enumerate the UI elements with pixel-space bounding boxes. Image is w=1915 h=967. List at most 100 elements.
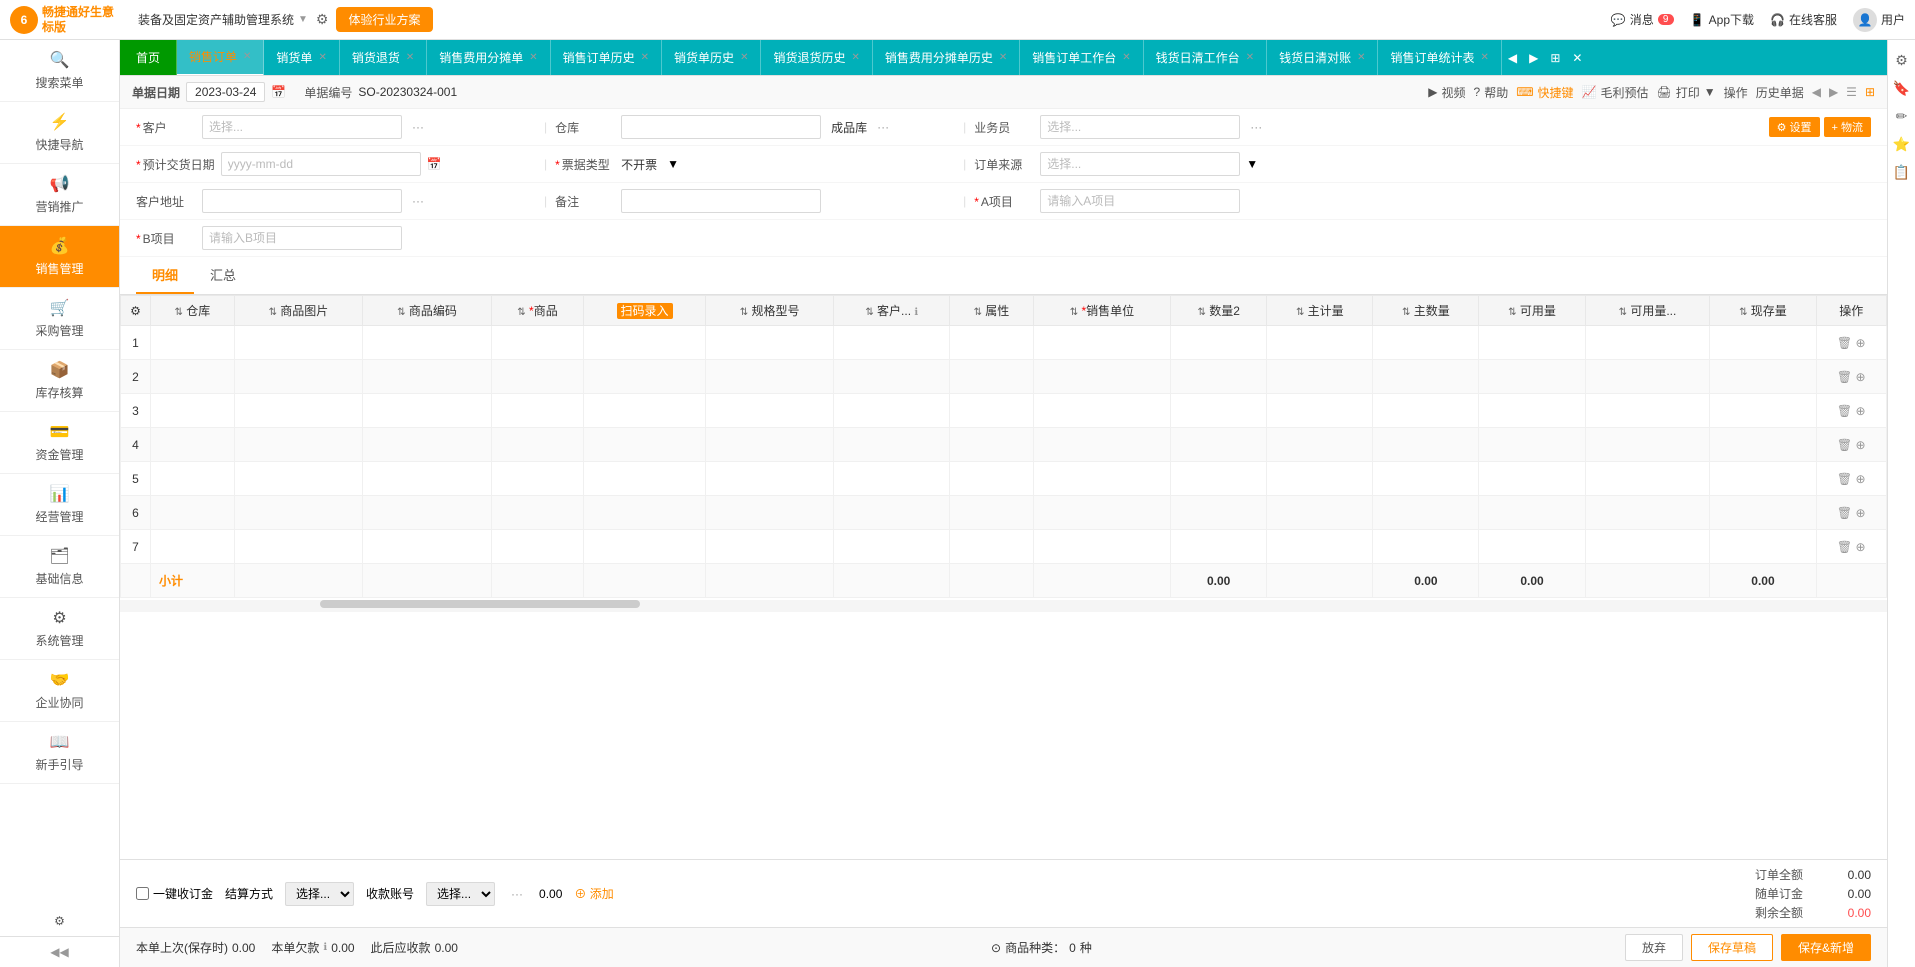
save-draft-btn[interactable]: 保存草稿 bbox=[1691, 934, 1773, 961]
row-copy-icon[interactable]: ⊕ bbox=[1856, 370, 1866, 384]
sidebar-item-finance[interactable]: 💳 资金管理 bbox=[0, 412, 119, 474]
tab-close-icon[interactable]: ✕ bbox=[641, 52, 649, 63]
order-source-dropdown-icon[interactable]: ▼ bbox=[1246, 157, 1258, 171]
history-btn[interactable]: 历史单据 bbox=[1756, 84, 1804, 101]
tab-close-icon[interactable]: ✕ bbox=[1122, 52, 1130, 63]
calendar-icon[interactable]: 📅 bbox=[271, 85, 286, 99]
scroll-thumb[interactable] bbox=[320, 600, 640, 608]
tab-close-icon[interactable]: ✕ bbox=[1246, 52, 1254, 63]
view-btn[interactable]: ▶ 视频 bbox=[1428, 84, 1465, 101]
col-main-qty[interactable]: ⇅ 主数量 bbox=[1373, 296, 1479, 326]
right-panel-bookmark-icon[interactable]: 🔖 bbox=[1890, 76, 1914, 100]
add-payment-btn[interactable]: ⊕ 添加 bbox=[574, 885, 613, 902]
row-delete-icon[interactable]: 🗑 bbox=[1837, 336, 1852, 350]
save-new-btn[interactable]: 保存&新增 bbox=[1781, 934, 1871, 961]
address-more-btn[interactable]: ··· bbox=[408, 194, 428, 208]
col-settings[interactable]: ⚙ bbox=[121, 296, 151, 326]
customer-more-btn[interactable]: ··· bbox=[408, 120, 428, 134]
settings-corner-btn[interactable]: ⚙ 设置 bbox=[1769, 117, 1820, 137]
settings-icon[interactable]: ⚙ bbox=[316, 11, 329, 28]
form-date-value[interactable]: 2023-03-24 bbox=[186, 82, 265, 102]
sidebar-item-cooperation[interactable]: 🤝 企业协同 bbox=[0, 660, 119, 722]
tab-daily-clear[interactable]: 钱货日清工作台 ✕ bbox=[1144, 40, 1267, 76]
tab-close-icon[interactable]: ✕ bbox=[1481, 52, 1489, 63]
sidebar-item-base[interactable]: 🗂 基础信息 bbox=[0, 536, 119, 598]
toolbar-nav-next[interactable]: ▶ bbox=[1829, 85, 1838, 99]
col-customer-code[interactable]: ⇅ 客户... ℹ bbox=[834, 296, 950, 326]
tab-close-icon[interactable]: ✕ bbox=[406, 52, 414, 63]
tab-sales-return[interactable]: 销货退货 ✕ bbox=[340, 40, 427, 76]
sidebar-item-marketing[interactable]: 📢 营销推广 bbox=[0, 164, 119, 226]
discard-btn[interactable]: 放弃 bbox=[1625, 934, 1683, 961]
row-copy-icon[interactable]: ⊕ bbox=[1856, 540, 1866, 554]
tab-close-all-btn[interactable]: ✕ bbox=[1566, 51, 1588, 65]
operation-btn[interactable]: 操作 bbox=[1724, 84, 1748, 101]
tab-sales-order-history[interactable]: 销售订单历史 ✕ bbox=[551, 40, 662, 76]
col-product[interactable]: ⇅ *商品 bbox=[491, 296, 583, 326]
sidebar-item-search[interactable]: 🔍 搜索菜单 bbox=[0, 40, 119, 102]
tab-close-icon[interactable]: ✕ bbox=[243, 51, 251, 62]
col-avail2[interactable]: ⇅ 可用量... bbox=[1585, 296, 1710, 326]
sidebar-item-quicknav[interactable]: ⚡ 快捷导航 bbox=[0, 102, 119, 164]
row-delete-icon[interactable]: 🗑 bbox=[1837, 506, 1852, 520]
row-delete-icon[interactable]: 🗑 bbox=[1837, 540, 1852, 554]
tab-sales-fee[interactable]: 销售费用分摊单 ✕ bbox=[427, 40, 550, 76]
right-panel-settings-icon[interactable]: ⚙ bbox=[1890, 48, 1914, 72]
tab-close-icon[interactable]: ✕ bbox=[740, 52, 748, 63]
tab-more-btn[interactable]: ⊞ bbox=[1544, 51, 1566, 65]
profit-btn[interactable]: 📈 毛利预估 bbox=[1582, 84, 1649, 101]
tab-next-btn[interactable]: ▶ bbox=[1523, 51, 1544, 65]
account-select[interactable]: 选择... bbox=[426, 882, 495, 906]
tab-sales-goods[interactable]: 销货单 ✕ bbox=[264, 40, 339, 76]
order-source-input[interactable] bbox=[1040, 152, 1240, 176]
tab-home[interactable]: 首页 bbox=[120, 40, 177, 76]
quick-payment-checkbox[interactable] bbox=[136, 887, 149, 900]
col-qty2[interactable]: ⇅ 数量2 bbox=[1171, 296, 1267, 326]
toolbar-list-view[interactable]: ☰ bbox=[1846, 85, 1857, 99]
invoice-dropdown-icon[interactable]: ▼ bbox=[667, 157, 679, 171]
delivery-input[interactable] bbox=[221, 152, 421, 176]
tab-daily-reconcile[interactable]: 钱货日清对账 ✕ bbox=[1267, 40, 1378, 76]
customer-input[interactable] bbox=[202, 115, 402, 139]
row-copy-icon[interactable]: ⊕ bbox=[1856, 336, 1866, 350]
tab-close-icon[interactable]: ✕ bbox=[1357, 52, 1365, 63]
tab-order-workbench[interactable]: 销售订单工作台 ✕ bbox=[1020, 40, 1143, 76]
sidebar-item-purchase[interactable]: 🛒 采购管理 bbox=[0, 288, 119, 350]
right-panel-star-icon[interactable]: ⭐ bbox=[1890, 132, 1914, 156]
sidebar-item-management[interactable]: 📊 经营管理 bbox=[0, 474, 119, 536]
salesman-input[interactable] bbox=[1040, 115, 1240, 139]
tab-sales-stats[interactable]: 销售订单统计表 ✕ bbox=[1378, 40, 1501, 76]
app-download-btn[interactable]: 📱 App下载 bbox=[1690, 11, 1754, 28]
tab-detail[interactable]: 明细 bbox=[136, 257, 194, 294]
b-project-input[interactable] bbox=[202, 226, 402, 250]
shortcut-btn[interactable]: ⌨ 快捷键 bbox=[1516, 84, 1573, 101]
col-image[interactable]: ⇅ 商品图片 bbox=[234, 296, 363, 326]
row-delete-icon[interactable]: 🗑 bbox=[1837, 438, 1852, 452]
tab-close-icon[interactable]: ✕ bbox=[318, 52, 326, 63]
tab-fee-history[interactable]: 销售费用分摊单历史 ✕ bbox=[873, 40, 1020, 76]
tab-close-icon[interactable]: ✕ bbox=[529, 52, 537, 63]
note-input[interactable] bbox=[621, 189, 821, 213]
toolbar-grid-view[interactable]: ⊞ bbox=[1865, 85, 1875, 99]
tab-sales-order[interactable]: 销售订单 ✕ bbox=[177, 40, 264, 76]
a-project-input[interactable] bbox=[1040, 189, 1240, 213]
col-warehouse[interactable]: ⇅ 仓库 bbox=[151, 296, 235, 326]
tab-summary[interactable]: 汇总 bbox=[194, 257, 252, 294]
online-service-btn[interactable]: 🎧 在线客服 bbox=[1770, 11, 1837, 28]
system-title[interactable]: 装备及固定资产辅助管理系统 ▼ bbox=[138, 11, 308, 28]
user-menu[interactable]: 👤 用户 bbox=[1853, 8, 1905, 32]
col-main-unit[interactable]: ⇅ 主计量 bbox=[1267, 296, 1373, 326]
warehouse-more-btn[interactable]: ··· bbox=[873, 120, 893, 134]
print-btn[interactable]: 🖨 打印 ▼ bbox=[1657, 84, 1716, 101]
tab-close-icon[interactable]: ✕ bbox=[851, 52, 859, 63]
col-unit[interactable]: ⇅ *销售单位 bbox=[1033, 296, 1170, 326]
row-copy-icon[interactable]: ⊕ bbox=[1856, 404, 1866, 418]
sidebar-item-system[interactable]: ⚙ 系统管理 bbox=[0, 598, 119, 660]
tab-sales-goods-history[interactable]: 销货单历史 ✕ bbox=[662, 40, 761, 76]
row-delete-icon[interactable]: 🗑 bbox=[1837, 370, 1852, 384]
tab-prev-btn[interactable]: ◀ bbox=[1502, 51, 1523, 65]
sidebar-item-sales[interactable]: 💰 销售管理 bbox=[0, 226, 119, 288]
message-btn[interactable]: 💬 消息 9 bbox=[1611, 11, 1674, 28]
col-stock[interactable]: ⇅ 现存量 bbox=[1710, 296, 1816, 326]
right-panel-scan-icon[interactable]: 📋 bbox=[1890, 160, 1914, 184]
